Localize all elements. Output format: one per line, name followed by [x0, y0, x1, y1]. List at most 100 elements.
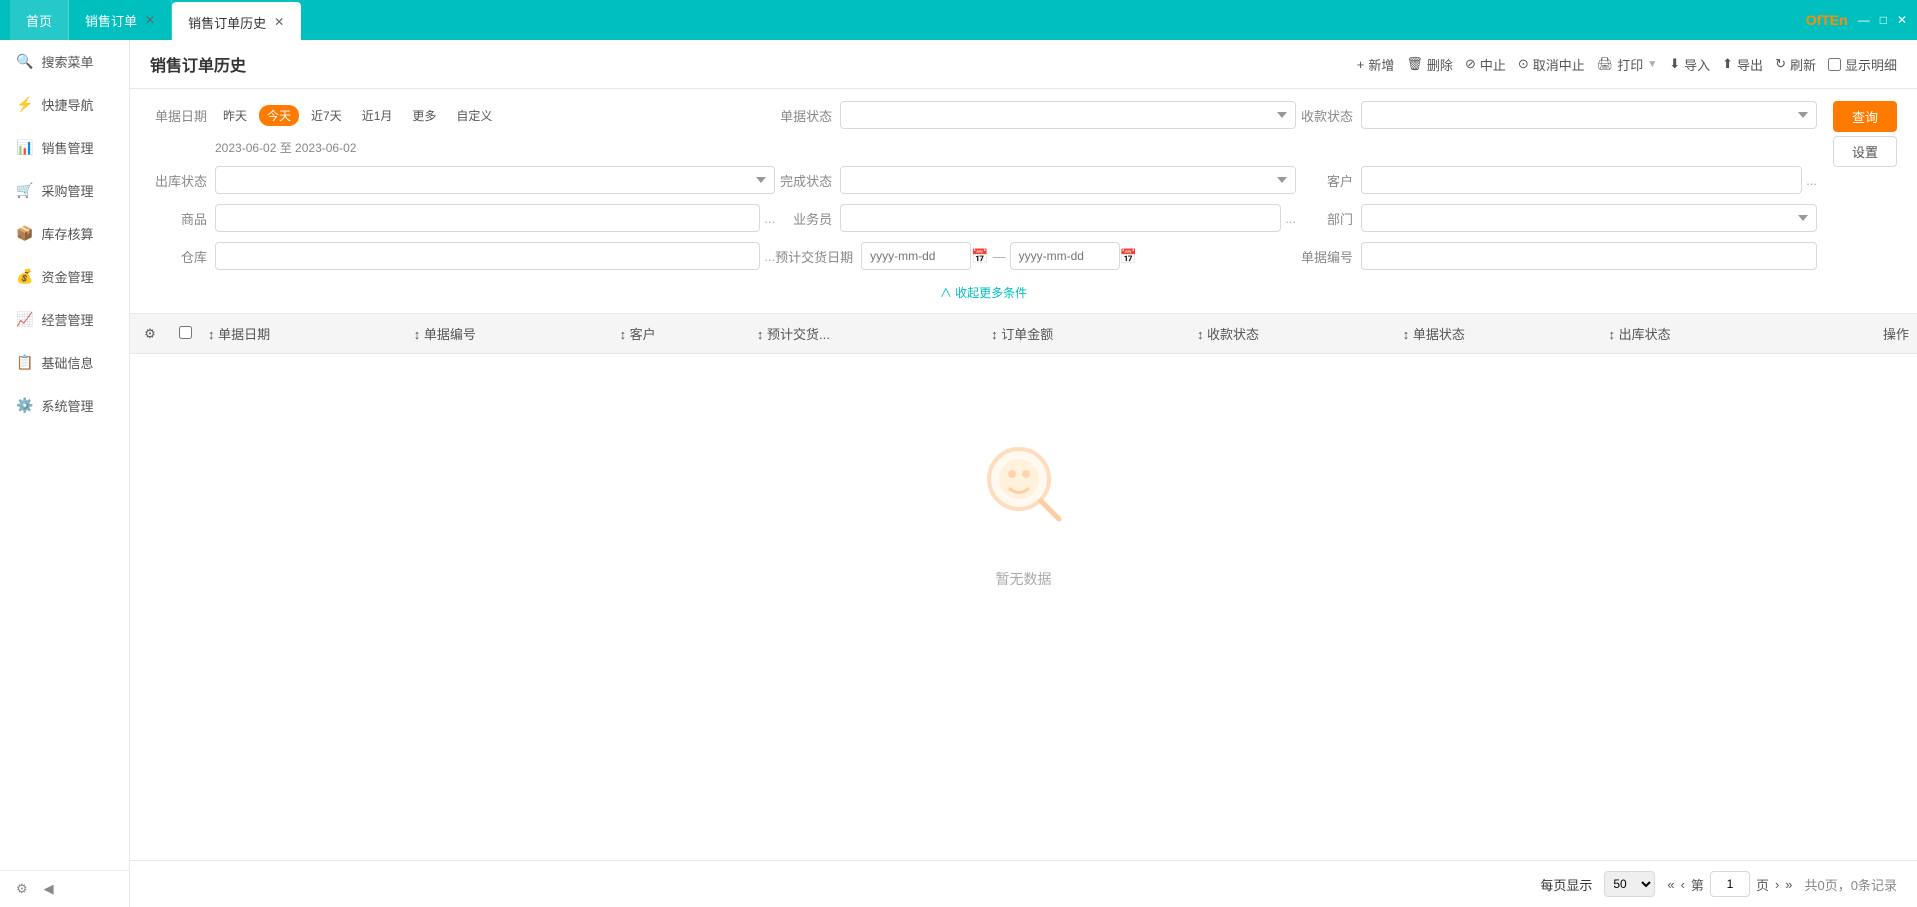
- date-btn-more[interactable]: 更多: [404, 105, 444, 126]
- print-icon: 🖨: [1597, 56, 1614, 72]
- calendar-from-icon[interactable]: 📅: [971, 248, 988, 265]
- page-title: 销售订单历史: [150, 52, 246, 76]
- bill-status-select[interactable]: [840, 101, 1296, 129]
- th-operations: 操作: [1806, 314, 1917, 354]
- expected-date-from[interactable]: [861, 242, 971, 270]
- purchase-mgmt-icon: 🛒: [16, 182, 33, 199]
- outbound-status-select[interactable]: [215, 166, 775, 194]
- date-btn-last7[interactable]: 近7天: [303, 105, 350, 126]
- last-page-btn[interactable]: »: [1785, 877, 1792, 892]
- delete-icon: 🗑: [1406, 56, 1423, 72]
- th-customer: ↕ 客户: [612, 314, 749, 354]
- print-dropdown-icon[interactable]: ▼: [1647, 59, 1657, 70]
- expected-date-to[interactable]: [1010, 242, 1120, 270]
- sidebar-item-system[interactable]: ⚙️ 系统管理: [0, 384, 129, 427]
- th-expected-date: ↕ 预计交货...: [749, 314, 983, 354]
- date-btn-custom[interactable]: 自定义: [448, 105, 500, 126]
- display-toggle[interactable]: 显示明细: [1828, 55, 1897, 74]
- refresh-button[interactable]: ↻ 刷新: [1775, 55, 1816, 74]
- date-btn-last1m[interactable]: 近1月: [354, 105, 401, 126]
- expected-date-label: 预计交货日期: [775, 247, 861, 266]
- sidebar-item-sales-mgmt[interactable]: 📊 销售管理: [0, 126, 129, 169]
- import-button[interactable]: ⬇ 导入: [1669, 55, 1710, 74]
- query-button[interactable]: 查询: [1833, 101, 1897, 132]
- dept-select[interactable]: [1361, 204, 1817, 232]
- gear-icon[interactable]: ⚙: [144, 326, 156, 341]
- window-controls: OfTEn — □ ✕: [1806, 12, 1907, 28]
- page-size-select[interactable]: 10 20 50 100: [1604, 871, 1655, 897]
- date-btn-today[interactable]: 今天: [259, 105, 299, 126]
- empty-cell: 暂无数据: [130, 354, 1917, 670]
- calendar-to-icon[interactable]: 📅: [1120, 248, 1137, 265]
- set-button[interactable]: 设置: [1833, 136, 1897, 167]
- cancel-stop-button[interactable]: ⊙ 取消中止: [1518, 55, 1585, 74]
- empty-row: 暂无数据: [130, 354, 1917, 670]
- date-separator: —: [989, 249, 1010, 264]
- receipt-status-filter: 收款状态: [1296, 101, 1817, 129]
- select-all-checkbox[interactable]: [179, 326, 192, 339]
- search-menu-icon: 🔍: [16, 53, 33, 70]
- sidebar-item-finance[interactable]: 💰 资金管理: [0, 255, 129, 298]
- sidebar-bottom: ⚙ ◀: [0, 870, 129, 907]
- customer-input[interactable]: [1361, 166, 1802, 194]
- page-label: 第: [1691, 875, 1704, 894]
- complete-status-label: 完成状态: [775, 171, 840, 190]
- sidebar-collapse-icon[interactable]: ◀: [44, 881, 54, 897]
- dept-filter: 部门: [1296, 204, 1817, 232]
- sidebar-settings-icon[interactable]: ⚙: [16, 881, 28, 897]
- filter-row-4: 仓库 ... 预计交货日期 📅 — 📅: [150, 242, 1817, 270]
- tab-sales-order[interactable]: 销售订单 ✕: [69, 0, 172, 40]
- print-button[interactable]: 🖨 打印 ▼: [1597, 55, 1657, 74]
- warehouse-label: 仓库: [150, 247, 215, 266]
- page-input[interactable]: [1710, 871, 1750, 897]
- close-btn[interactable]: ✕: [1897, 13, 1907, 27]
- bill-no-input[interactable]: [1361, 242, 1817, 270]
- first-page-btn[interactable]: «: [1667, 877, 1674, 892]
- export-button[interactable]: ⬆ 导出: [1722, 55, 1763, 74]
- complete-status-select[interactable]: [840, 166, 1296, 194]
- next-page-btn[interactable]: ›: [1775, 877, 1779, 892]
- th-bill-no: ↕ 单据编号: [406, 314, 612, 354]
- th-expected-date-label: ↕ 预计交货...: [757, 327, 830, 342]
- tab-sales-order-close[interactable]: ✕: [145, 13, 155, 27]
- th-bill-status-label: ↕ 单据状态: [1403, 327, 1465, 342]
- tab-sales-order-history-close[interactable]: ✕: [274, 15, 284, 29]
- data-table: ⚙ ↕ 单据日期 ↕ 单据编号 ↕ 客户: [130, 314, 1917, 669]
- receipt-status-select[interactable]: [1361, 101, 1817, 129]
- sidebar-item-quick-nav[interactable]: ⚡ 快捷导航: [0, 83, 129, 126]
- customer-filter: 客户 ...: [1296, 166, 1817, 194]
- new-button[interactable]: + 新增: [1357, 55, 1395, 74]
- goods-input[interactable]: [215, 204, 760, 232]
- maximize-btn[interactable]: □: [1880, 13, 1887, 27]
- footer: 每页显示 10 20 50 100 « ‹ 第 页 › » 共0页，0条记录: [130, 860, 1917, 907]
- collapse-bar[interactable]: ∧ 收起更多条件: [150, 280, 1817, 301]
- tab-bar: 首页 销售订单 ✕ 销售订单历史 ✕: [10, 0, 301, 40]
- sidebar-item-operations[interactable]: 📈 经营管理: [0, 298, 129, 341]
- goods-dots[interactable]: ...: [764, 211, 775, 226]
- display-toggle-checkbox[interactable]: [1828, 58, 1841, 71]
- customer-dots[interactable]: ...: [1806, 173, 1817, 188]
- sidebar-item-purchase-mgmt[interactable]: 🛒 采购管理: [0, 169, 129, 212]
- page-unit: 页: [1756, 875, 1769, 894]
- warehouse-input[interactable]: [215, 242, 760, 270]
- toolbar: + 新增 🗑 删除 ⊘ 中止 ⊙ 取消中止 🖨 打印: [1357, 55, 1897, 74]
- salesperson-dots[interactable]: ...: [1285, 211, 1296, 226]
- date-btn-yesterday[interactable]: 昨天: [215, 105, 255, 126]
- prev-page-btn[interactable]: ‹: [1681, 877, 1685, 892]
- minimize-btn[interactable]: —: [1858, 13, 1870, 27]
- sidebar-item-basic-info[interactable]: 📋 基础信息: [0, 341, 129, 384]
- sidebar-item-search-menu[interactable]: 🔍 搜索菜单: [0, 40, 129, 83]
- delete-button[interactable]: 🗑 删除: [1406, 55, 1453, 74]
- receipt-status-label: 收款状态: [1296, 106, 1361, 125]
- salesperson-input[interactable]: [840, 204, 1281, 232]
- expected-date-filter: 预计交货日期 📅 — 📅: [775, 242, 1296, 270]
- th-outbound-status: ↕ 出库状态: [1601, 314, 1807, 354]
- tab-home[interactable]: 首页: [10, 0, 69, 40]
- page-header: 销售订单历史 + 新增 🗑 删除 ⊘ 中止 ⊙ 取消中止: [130, 40, 1917, 89]
- sidebar-item-inventory[interactable]: 📦 库存核算: [0, 212, 129, 255]
- warehouse-dots[interactable]: ...: [764, 249, 775, 264]
- tab-sales-order-history[interactable]: 销售订单历史 ✕: [172, 2, 301, 42]
- filter-row-2: 出库状态 完成状态: [150, 166, 1817, 194]
- total-text: 共0页，0条记录: [1805, 875, 1897, 894]
- stop-button[interactable]: ⊘ 中止: [1465, 55, 1506, 74]
